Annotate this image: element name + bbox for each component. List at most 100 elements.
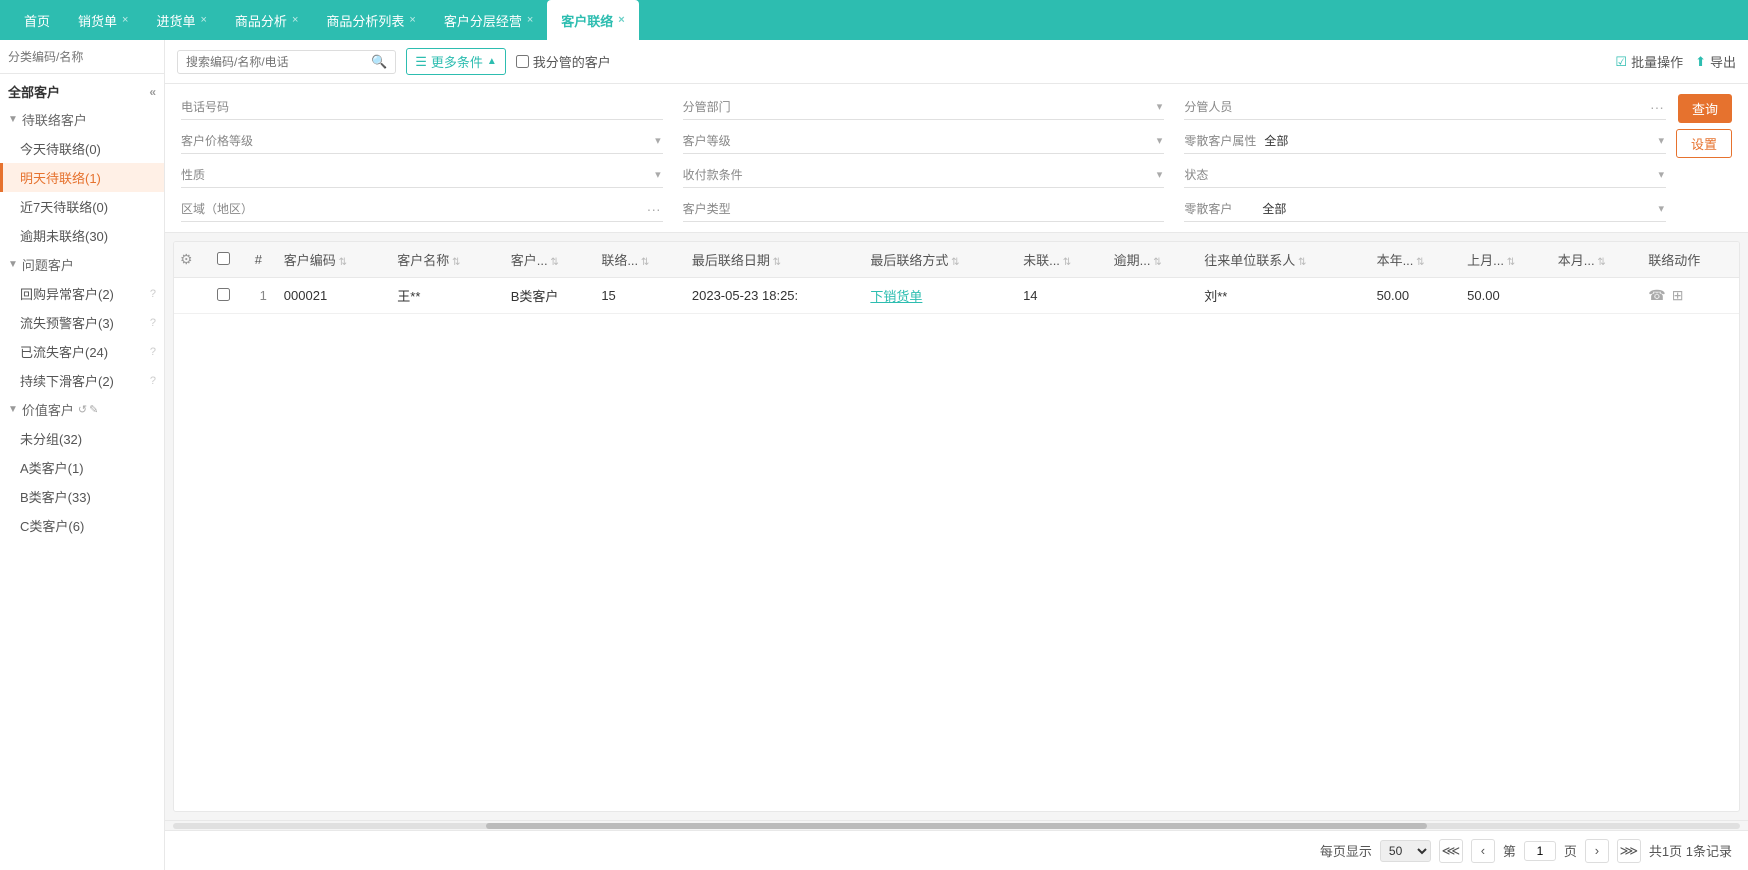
chevron-down-icon-5[interactable]: ▾: [655, 168, 661, 181]
th-this-year[interactable]: 本年...: [1371, 242, 1462, 278]
chevron-down-icon-3[interactable]: ▾: [1157, 134, 1163, 147]
chevron-down-icon-2[interactable]: ▾: [655, 134, 661, 147]
td-row-last-month: 50.00: [1461, 278, 1552, 314]
my-customers-checkbox[interactable]: [516, 55, 529, 68]
th-this-month[interactable]: 本月...: [1552, 242, 1643, 278]
dots-icon-1[interactable]: ···: [1650, 99, 1664, 115]
page-number-input[interactable]: [1524, 841, 1556, 861]
export-button[interactable]: ⬆ 导出: [1695, 52, 1736, 71]
page-size-select[interactable]: 50 100 200: [1380, 840, 1431, 862]
chevron-down-icon-7[interactable]: ▾: [1658, 168, 1664, 181]
sidebar-item-class-a[interactable]: A类客户(1): [0, 453, 164, 482]
td-row-this-month: [1552, 278, 1643, 314]
help-icon-1[interactable]: ?: [150, 288, 156, 300]
chevron-down-icon-8[interactable]: ▾: [1658, 202, 1664, 215]
sidebar-all-customers[interactable]: 全部客户 «: [0, 74, 164, 105]
th-type[interactable]: 客户...: [505, 242, 596, 278]
toolbar-right: ☑ 批量操作 ⬆ 导出: [1615, 52, 1736, 71]
query-button[interactable]: 查询: [1678, 94, 1732, 123]
filter-region-label: 区域（地区）: [181, 200, 253, 217]
search-input[interactable]: [186, 55, 366, 69]
td-row-overdue: [1108, 278, 1199, 314]
sidebar-item-repurchase-abnormal[interactable]: 回购异常客户(2) ?: [0, 279, 164, 308]
scrollbar-thumb[interactable]: [486, 823, 1426, 829]
th-last-contact-method[interactable]: 最后联络方式: [864, 242, 1017, 278]
sidebar-item-tomorrow-contact[interactable]: 明天待联络(1): [0, 163, 164, 192]
filter-customer-level-label: 客户等级: [683, 132, 753, 149]
reset-button[interactable]: 设置: [1676, 129, 1732, 158]
filter-casual-customer-value[interactable]: 全部: [1262, 200, 1666, 217]
dots-icon-2[interactable]: ···: [647, 201, 661, 217]
nav-sales-close-icon[interactable]: ×: [122, 14, 128, 26]
value-refresh-icon[interactable]: ↺: [78, 403, 87, 416]
nav-purchase[interactable]: 进货单 ×: [142, 0, 220, 40]
my-customers-checkbox-label[interactable]: 我分管的客户: [516, 52, 611, 71]
nav-home[interactable]: 首页: [10, 0, 64, 40]
first-page-icon: ⋘: [1442, 843, 1461, 859]
help-icon-3[interactable]: ?: [150, 346, 156, 358]
nav-goods-analysis[interactable]: 商品分析 ×: [221, 0, 312, 40]
nav-goods-analysis-close-icon[interactable]: ×: [292, 14, 298, 26]
last-page-button[interactable]: ⋙: [1617, 839, 1641, 863]
sidebar-group-problem-customers[interactable]: ▼ 问题客户: [0, 250, 164, 279]
nav-customer-segment[interactable]: 客户分层经营 ×: [430, 0, 547, 40]
sidebar-item-churned[interactable]: 已流失客户(24) ?: [0, 337, 164, 366]
sidebar-item-ungrouped[interactable]: 未分组(32): [0, 424, 164, 453]
search-icon[interactable]: 🔍: [371, 54, 387, 70]
sidebar-group-value-customers[interactable]: ▼ 价值客户 ↺ ✎: [0, 395, 164, 424]
nav-goods-analysis-list-close-icon[interactable]: ×: [409, 14, 415, 26]
sidebar-item-class-c[interactable]: C类客户(6): [0, 511, 164, 540]
checkbox-icon: ☑: [1615, 54, 1627, 70]
nav-customer-contact[interactable]: 客户联络 ×: [547, 0, 638, 40]
sidebar-search-input[interactable]: [8, 50, 163, 64]
sidebar-item-class-b[interactable]: B类客户(33): [0, 482, 164, 511]
row-action-phone-icon[interactable]: ☎: [1648, 287, 1665, 304]
horizontal-scrollbar[interactable]: [165, 820, 1748, 830]
table-row: 1 000021 王** B类客户 15 2023-05-23 18:25: 下…: [174, 278, 1739, 314]
sidebar-item-overdue-contact[interactable]: 逾期未联络(30): [0, 221, 164, 250]
nav-purchase-close-icon[interactable]: ×: [200, 14, 206, 26]
th-last-month[interactable]: 上月...: [1461, 242, 1552, 278]
first-page-button[interactable]: ⋘: [1439, 839, 1463, 863]
sidebar-collapse-icon[interactable]: «: [149, 85, 156, 99]
row-action-qr-icon[interactable]: ⊞: [1672, 287, 1684, 304]
nav-customer-contact-close-icon[interactable]: ×: [618, 14, 624, 26]
help-icon-2[interactable]: ?: [150, 317, 156, 329]
value-edit-icon[interactable]: ✎: [89, 403, 98, 416]
chevron-down-icon-6[interactable]: ▾: [1157, 168, 1163, 181]
th-contact[interactable]: 联络...: [595, 242, 686, 278]
th-name[interactable]: 客户名称: [391, 242, 504, 278]
prev-page-icon: ‹: [1481, 843, 1485, 858]
sidebar-item-declining[interactable]: 持续下滑客户(2) ?: [0, 366, 164, 395]
th-overdue[interactable]: 逾期...: [1108, 242, 1199, 278]
nav-sales[interactable]: 销货单 ×: [64, 0, 142, 40]
total-label: 共1页 1条记录: [1649, 841, 1732, 860]
sidebar-item-today-contact[interactable]: 今天待联络(0): [0, 134, 164, 163]
sidebar-item-7days-contact[interactable]: 近7天待联络(0): [0, 192, 164, 221]
data-table-wrapper: ⚙ # 客户编码 客户名称 客户... 联络... 最后联络日期 最后联络方式 …: [173, 241, 1740, 812]
chevron-down-icon-1[interactable]: ▾: [1157, 100, 1163, 113]
th-contact-person[interactable]: 往来单位联系人: [1198, 242, 1370, 278]
help-icon-4[interactable]: ?: [150, 375, 156, 387]
nav-goods-analysis-list[interactable]: 商品分析列表 ×: [312, 0, 429, 40]
triangle-icon-2: ▼: [8, 259, 18, 270]
next-page-button[interactable]: ›: [1585, 839, 1609, 863]
td-row-last-contact-method[interactable]: 下销货单: [864, 278, 1017, 314]
batch-operation-button[interactable]: ☑ 批量操作: [1615, 52, 1683, 71]
th-check: [211, 242, 249, 278]
column-gear-icon[interactable]: ⚙: [180, 251, 193, 267]
prev-page-button[interactable]: ‹: [1471, 839, 1495, 863]
sidebar-item-churn-warning[interactable]: 流失预警客户(3) ?: [0, 308, 164, 337]
row-checkbox[interactable]: [217, 288, 230, 301]
filter-casual-attr-value[interactable]: 全部: [1264, 132, 1666, 149]
th-code[interactable]: 客户编码: [278, 242, 391, 278]
filter-payment: 收付款条件 ▾: [683, 162, 1165, 188]
more-filters-button[interactable]: ☰ 更多条件 ▲: [406, 48, 506, 75]
th-not-contacted[interactable]: 未联...: [1017, 242, 1108, 278]
th-last-contact-date[interactable]: 最后联络日期: [686, 242, 864, 278]
filter-casual-attr-label: 零散客户属性: [1184, 132, 1256, 149]
chevron-down-icon-4[interactable]: ▾: [1658, 134, 1664, 147]
nav-customer-segment-close-icon[interactable]: ×: [527, 14, 533, 26]
select-all-checkbox[interactable]: [217, 252, 230, 265]
sidebar-group-pending-contact[interactable]: ▼ 待联络客户: [0, 105, 164, 134]
